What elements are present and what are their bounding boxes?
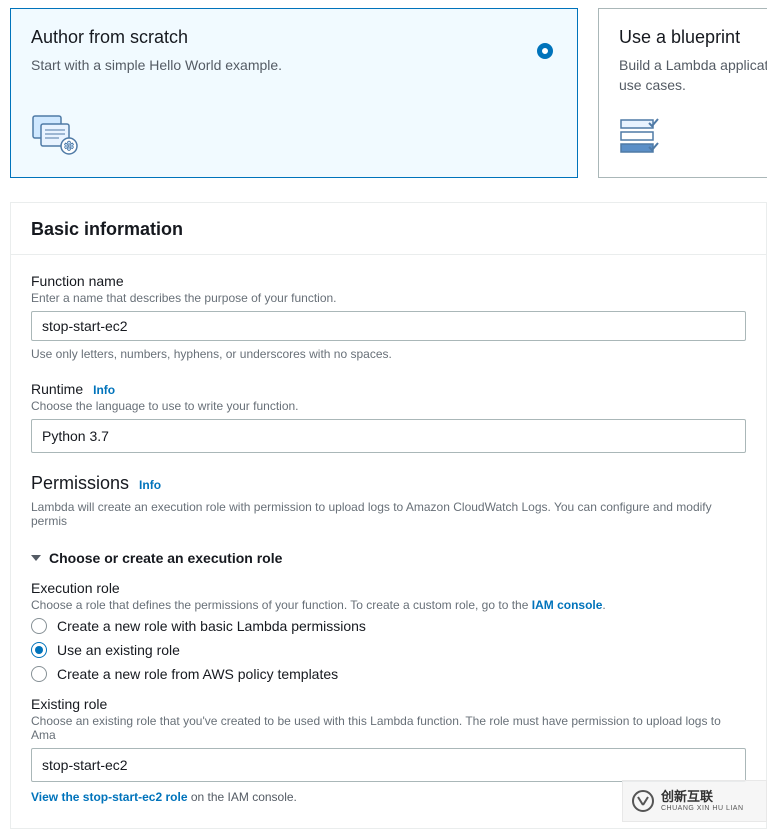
- panel-header: Basic information: [11, 203, 766, 255]
- blueprint-illustration-icon: [619, 116, 665, 159]
- existing-role-hint: Choose an existing role that you've crea…: [31, 714, 746, 742]
- watermark-logo-icon: [631, 789, 655, 813]
- permissions-desc: Lambda will create an execution role wit…: [31, 500, 746, 528]
- option-title: Author from scratch: [31, 27, 557, 48]
- radio-label: Create a new role with basic Lambda perm…: [57, 618, 366, 634]
- author-illustration-icon: [31, 114, 81, 159]
- function-name-constraint: Use only letters, numbers, hyphens, or u…: [31, 347, 746, 361]
- option-title: Use a blueprint: [619, 27, 767, 48]
- radio-label: Use an existing role: [57, 642, 180, 658]
- runtime-field: Runtime Info Choose the language to use …: [31, 381, 746, 453]
- option-desc: Start with a simple Hello World example.: [31, 56, 557, 76]
- view-role-link[interactable]: View the stop-start-ec2 role: [31, 790, 188, 804]
- execution-role-expander[interactable]: Choose or create an execution role: [31, 550, 746, 566]
- function-name-hint: Enter a name that describes the purpose …: [31, 291, 746, 305]
- radio-create-from-templates[interactable]: Create a new role from AWS policy templa…: [31, 666, 746, 682]
- caret-down-icon: [31, 555, 41, 561]
- permissions-heading: Permissions: [31, 473, 129, 494]
- runtime-info-link[interactable]: Info: [93, 383, 115, 397]
- watermark: 创新互联 CHUANG XIN HU LIAN: [622, 780, 767, 822]
- radio-create-basic[interactable]: Create a new role with basic Lambda perm…: [31, 618, 746, 634]
- radio-icon: [31, 666, 47, 682]
- watermark-brand: 创新互联: [661, 789, 744, 805]
- radio-icon-checked: [31, 642, 47, 658]
- runtime-select[interactable]: Python 3.7: [31, 419, 746, 453]
- runtime-value: Python 3.7: [42, 428, 109, 444]
- execution-role-field: Execution role Choose a role that define…: [31, 580, 746, 682]
- iam-console-link[interactable]: IAM console: [532, 598, 603, 612]
- basic-information-panel: Basic information Function name Enter a …: [10, 202, 767, 829]
- creation-method-options: Author from scratch Start with a simple …: [0, 0, 767, 178]
- execution-role-hint: Choose a role that defines the permissio…: [31, 598, 746, 612]
- existing-role-select[interactable]: stop-start-ec2: [31, 748, 746, 782]
- option-author-from-scratch[interactable]: Author from scratch Start with a simple …: [10, 8, 578, 178]
- function-name-field: Function name Enter a name that describe…: [31, 273, 746, 361]
- watermark-url: CHUANG XIN HU LIAN: [661, 805, 744, 813]
- panel-title: Basic information: [31, 219, 746, 240]
- function-name-input[interactable]: [31, 311, 746, 341]
- existing-role-label: Existing role: [31, 696, 746, 712]
- execution-role-radio-group: Create a new role with basic Lambda perm…: [31, 618, 746, 682]
- runtime-label: Runtime: [31, 381, 83, 397]
- existing-role-value: stop-start-ec2: [42, 757, 128, 773]
- option-use-blueprint[interactable]: Use a blueprint Build a Lambda applicati…: [598, 8, 767, 178]
- radio-selected-icon: [537, 43, 553, 59]
- radio-icon: [31, 618, 47, 634]
- option-desc: Build a Lambda application common use ca…: [619, 56, 767, 95]
- runtime-hint: Choose the language to use to write your…: [31, 399, 746, 413]
- radio-label: Create a new role from AWS policy templa…: [57, 666, 338, 682]
- expander-label: Choose or create an execution role: [49, 550, 282, 566]
- permissions-info-link[interactable]: Info: [139, 478, 161, 492]
- radio-use-existing[interactable]: Use an existing role: [31, 642, 746, 658]
- function-name-label: Function name: [31, 273, 746, 289]
- execution-role-label: Execution role: [31, 580, 746, 596]
